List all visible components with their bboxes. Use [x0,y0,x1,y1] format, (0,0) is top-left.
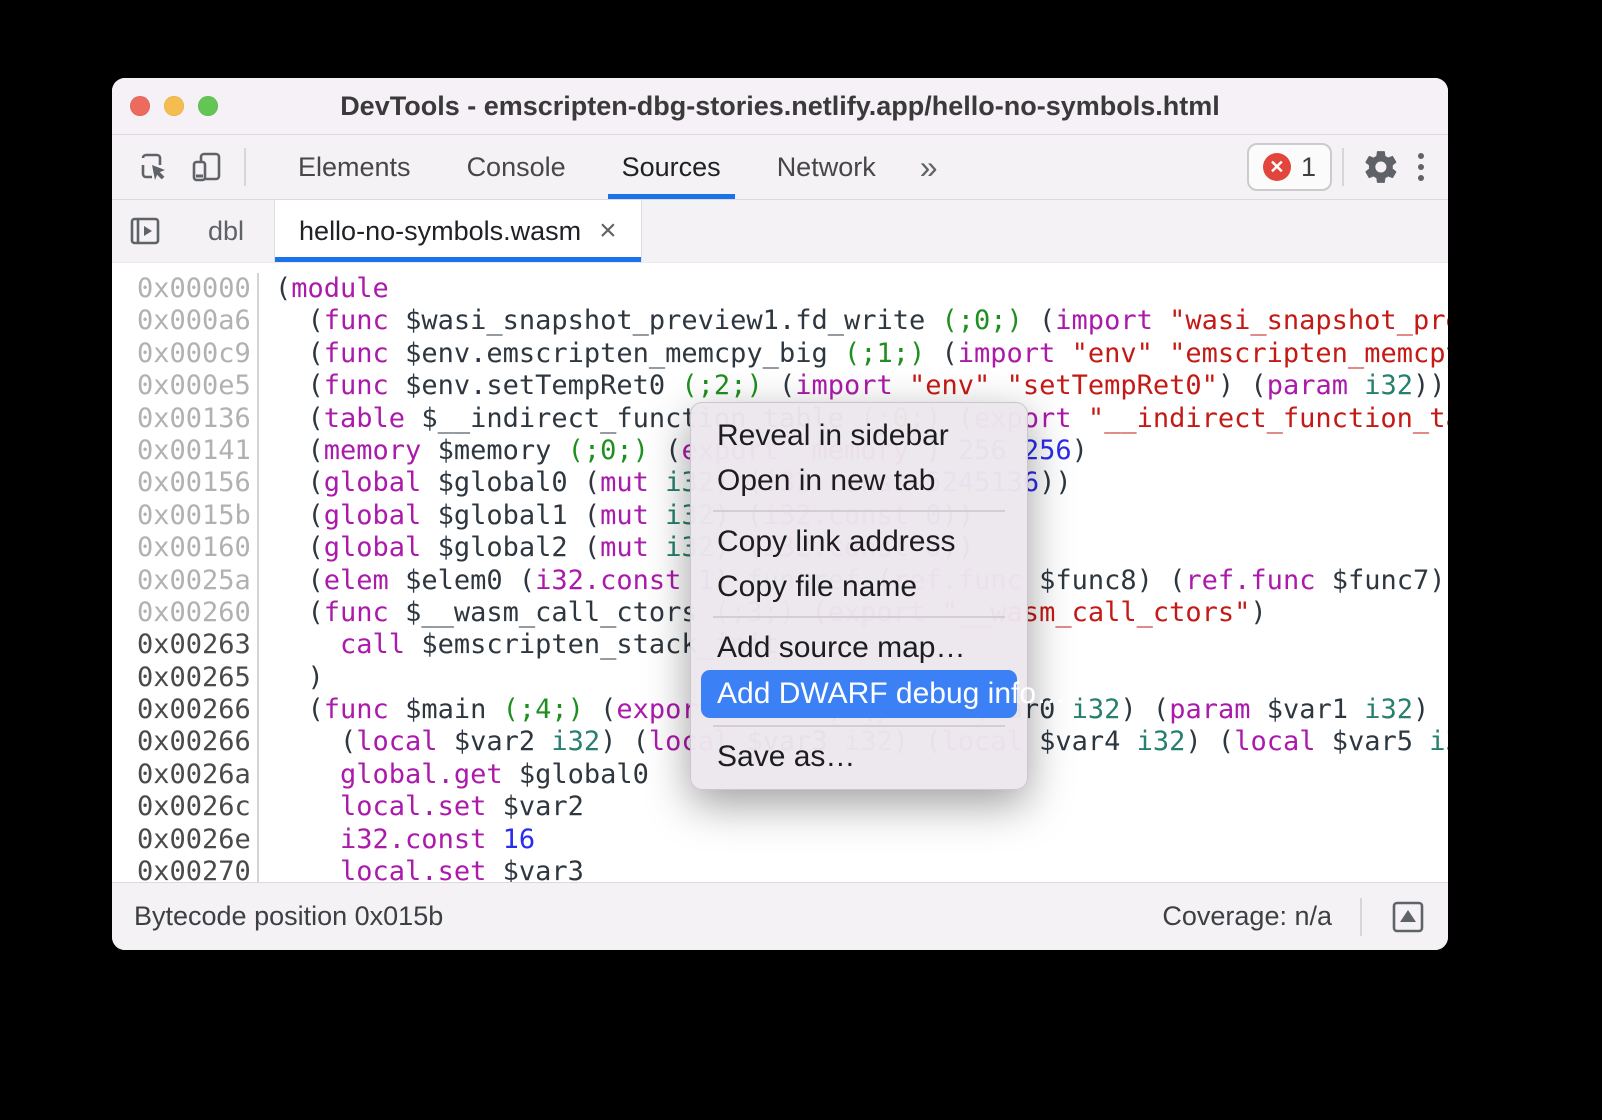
statusbar-separator [1360,898,1362,936]
inspect-element-icon[interactable] [126,142,180,192]
line-code[interactable]: (module [259,273,389,305]
code-line: 0x000c9 (func $env.emscripten_memcpy_big… [112,338,1448,370]
line-code[interactable]: ) [259,662,324,694]
error-icon: ✕ [1263,153,1291,181]
eject-icon[interactable] [1390,899,1426,935]
navigator-toggle-icon[interactable] [112,200,178,262]
line-address[interactable]: 0x00000 [112,273,259,305]
line-address[interactable]: 0x0026e [112,824,259,856]
menu-item-reveal-in-sidebar[interactable]: Reveal in sidebar [691,413,1027,458]
minimize-window-button[interactable] [164,96,184,116]
code-line: 0x00000(module [112,273,1448,305]
line-address[interactable]: 0x0026c [112,791,259,823]
menu-item-add-dwarf-debug-info[interactable]: Add DWARF debug info… [701,670,1017,718]
error-badge[interactable]: ✕ 1 [1247,143,1332,191]
line-address[interactable]: 0x00266 [112,726,259,758]
line-code[interactable]: (func $env.emscripten_memcpy_big (;1;) (… [259,338,1448,370]
menu-separator [713,510,1005,512]
context-menu: Reveal in sidebarOpen in new tab Copy lin… [690,402,1028,790]
code-line: 0x000e5 (func $env.setTempRet0 (;2;) (im… [112,370,1448,402]
line-code[interactable]: local.set $var2 [259,791,584,823]
line-code[interactable]: local.set $var3 [259,856,584,882]
line-address[interactable]: 0x00263 [112,629,259,661]
line-address[interactable]: 0x000c9 [112,338,259,370]
menu-item-copy-file-name[interactable]: Copy file name [691,564,1027,609]
kebab-menu-icon[interactable] [1408,153,1434,181]
line-address[interactable]: 0x000e5 [112,370,259,402]
file-tab-label: hello-no-symbols.wasm [299,216,581,247]
code-line: 0x00270 local.set $var3 [112,856,1448,882]
line-address[interactable]: 0x00156 [112,467,259,499]
panel-tabs: ElementsConsoleSourcesNetwork [270,135,904,199]
line-address[interactable]: 0x00270 [112,856,259,882]
line-code[interactable]: i32.const 16 [259,824,535,856]
line-address[interactable]: 0x00136 [112,403,259,435]
menu-item-save-as[interactable]: Save as… [691,734,1027,779]
menu-separator [713,725,1005,727]
file-tab-active[interactable]: hello-no-symbols.wasm × [274,200,642,262]
close-tab-icon[interactable]: × [599,216,617,246]
line-address[interactable]: 0x000a6 [112,305,259,337]
window-title: DevTools - emscripten-dbg-stories.netlif… [340,91,1220,122]
line-address[interactable]: 0x00160 [112,532,259,564]
menu-item-copy-link-address[interactable]: Copy link address [691,519,1027,564]
code-line: 0x000a6 (func $wasi_snapshot_preview1.fd… [112,305,1448,337]
settings-gear-icon[interactable] [1354,142,1408,192]
screenshot-stage: DevTools - emscripten-dbg-stories.netlif… [0,0,1602,1120]
toolbar-separator [244,148,246,186]
line-code[interactable]: (func $wasi_snapshot_preview1.fd_write (… [259,305,1448,337]
line-address[interactable]: 0x00141 [112,435,259,467]
menu-item-add-source-map[interactable]: Add source map… [691,625,1027,670]
tab-sources[interactable]: Sources [594,135,749,199]
more-panels-chevron[interactable]: » [904,149,954,186]
zoom-window-button[interactable] [198,96,218,116]
traffic-lights [130,96,218,116]
status-bar: Bytecode position 0x015b Coverage: n/a [112,882,1448,950]
titlebar: DevTools - emscripten-dbg-stories.netlif… [112,78,1448,135]
code-line: 0x0026e i32.const 16 [112,824,1448,856]
line-address[interactable]: 0x00265 [112,662,259,694]
line-address[interactable]: 0x0025a [112,565,259,597]
line-code[interactable]: global.get $global0 [259,759,649,791]
devtools-toolbar: ElementsConsoleSourcesNetwork » ✕ 1 [112,135,1448,200]
file-tab-bar: dbl hello-no-symbols.wasm × [112,200,1448,263]
bytecode-position: Bytecode position 0x015b [134,901,443,932]
toolbar-separator [1342,148,1344,186]
file-tab-dbl[interactable]: dbl [178,200,274,262]
menu-separator [713,616,1005,618]
tab-elements[interactable]: Elements [270,135,439,199]
line-address[interactable]: 0x00260 [112,597,259,629]
device-toolbar-icon[interactable] [180,142,234,192]
coverage-status: Coverage: n/a [1162,901,1332,932]
line-address[interactable]: 0x0015b [112,500,259,532]
tab-console[interactable]: Console [439,135,594,199]
line-address[interactable]: 0x0026a [112,759,259,791]
menu-item-open-in-new-tab[interactable]: Open in new tab [691,458,1027,503]
tab-network[interactable]: Network [749,135,904,199]
close-window-button[interactable] [130,96,150,116]
code-line: 0x0026c local.set $var2 [112,791,1448,823]
error-count: 1 [1301,152,1316,183]
line-address[interactable]: 0x00266 [112,694,259,726]
line-code[interactable]: (func $env.setTempRet0 (;2;) (import "en… [259,370,1446,402]
